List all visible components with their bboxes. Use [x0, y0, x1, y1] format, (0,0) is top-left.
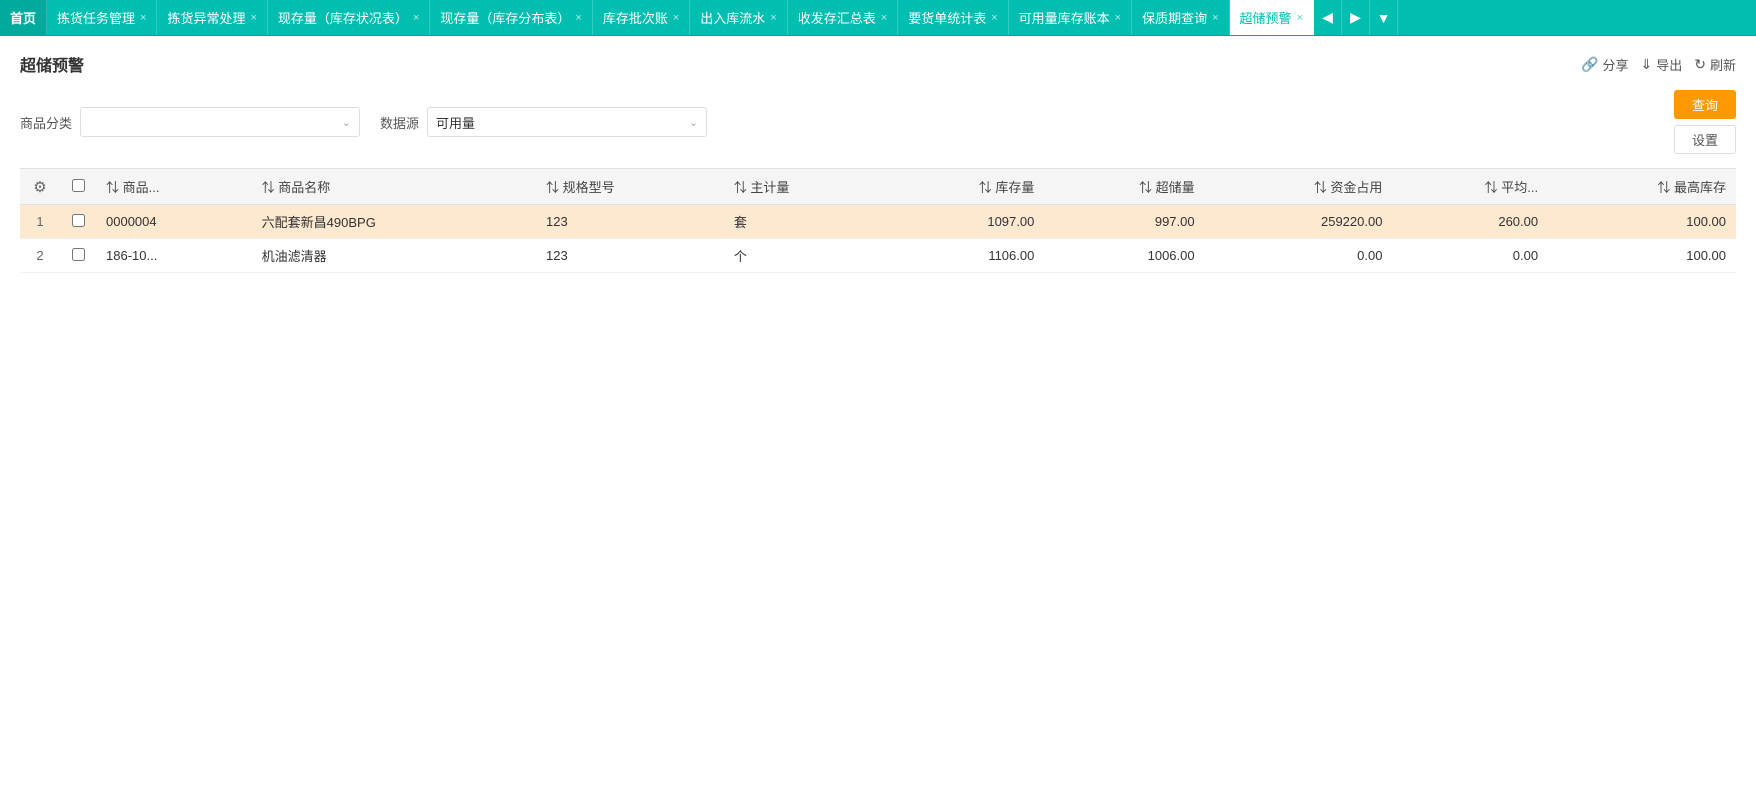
filter-row: 商品分类 ⌄ 数据源 可用量 ⌄ 查询 设置	[20, 90, 1736, 154]
row-max-stock: 100.00	[1548, 205, 1736, 239]
th-unit[interactable]: ⇅ 主计量	[724, 169, 884, 205]
nav-tab-quality-check[interactable]: 保质期查询 ×	[1132, 0, 1229, 35]
nav-tab-inout-flow[interactable]: 出入库流水 ×	[690, 0, 787, 35]
table-container: ⚙ ⇅ 商品... ⇅ 商品名称 ⇅ 规格型号 ⇅ 主计量	[20, 168, 1736, 273]
row-product-name: 六配套新昌490BPG	[252, 205, 536, 239]
row-index: 2	[20, 239, 60, 273]
nav-tab-stock-status[interactable]: 现存量（库存状况表） ×	[268, 0, 430, 35]
th-max-stock[interactable]: ⇅ 最高库存	[1548, 169, 1736, 205]
row-checkbox-cell	[60, 205, 96, 239]
row-index: 1	[20, 205, 60, 239]
th-capital-use[interactable]: ⇅ 资金占用	[1205, 169, 1393, 205]
table-header-row: ⚙ ⇅ 商品... ⇅ 商品名称 ⇅ 规格型号 ⇅ 主计量	[20, 169, 1736, 205]
th-spec[interactable]: ⇅ 规格型号	[536, 169, 724, 205]
close-tab-stock-dist[interactable]: ×	[575, 12, 581, 24]
row-capital-use: 259220.00	[1205, 205, 1393, 239]
nav-tab-task-mgmt[interactable]: 拣货任务管理 ×	[47, 0, 157, 35]
row-spec: 123	[536, 205, 724, 239]
category-chevron-icon: ⌄	[342, 116, 351, 129]
nav-tab-stock-dist[interactable]: 现存量（库存分布表） ×	[430, 0, 592, 35]
title-actions: 🔗 分享 ⇓ 导出 ↻ 刷新	[1581, 55, 1736, 74]
action-buttons: 查询 设置	[1674, 90, 1736, 154]
row-avg: 260.00	[1392, 205, 1548, 239]
nav-tab-abnormal[interactable]: 拣货异常处理 ×	[157, 0, 267, 35]
row-avg: 0.00	[1392, 239, 1548, 273]
row-max-stock: 100.00	[1548, 239, 1736, 273]
close-tab-available-account[interactable]: ×	[1115, 12, 1121, 24]
nav-tab-overstock-warning[interactable]: 超储预警 ×	[1230, 0, 1314, 35]
top-navigation: 首页 拣货任务管理 × 拣货异常处理 × 现存量（库存状况表） × 现存量（库存…	[0, 0, 1756, 36]
close-tab-stock-status[interactable]: ×	[413, 12, 419, 24]
th-overstock-qty[interactable]: ⇅ 超储量	[1044, 169, 1204, 205]
datasource-select[interactable]: 可用量 ⌄	[427, 107, 707, 137]
close-tab-inout-flow[interactable]: ×	[770, 12, 776, 24]
row-checkbox-cell	[60, 239, 96, 273]
th-product-name[interactable]: ⇅ 商品名称	[252, 169, 536, 205]
export-button[interactable]: ⇓ 导出	[1641, 55, 1683, 74]
gear-icon[interactable]: ⚙	[33, 179, 46, 196]
row-stock-qty: 1097.00	[884, 205, 1044, 239]
nav-tab-collect-summary[interactable]: 收发存汇总表 ×	[788, 0, 898, 35]
table-row: 1 0000004 六配套新昌490BPG 123 套 1097.00 997.…	[20, 205, 1736, 239]
row-unit: 套	[724, 205, 884, 239]
nav-tab-available-account[interactable]: 可用量库存账本 ×	[1009, 0, 1132, 35]
th-checkbox	[60, 169, 96, 205]
row-stock-qty: 1106.00	[884, 239, 1044, 273]
query-button[interactable]: 查询	[1674, 90, 1736, 119]
close-tab-order-stats[interactable]: ×	[991, 12, 997, 24]
nav-arrow-more[interactable]: ▼	[1370, 0, 1398, 35]
datasource-select-value: 可用量	[436, 113, 475, 132]
row-spec: 123	[536, 239, 724, 273]
row-capital-use: 0.00	[1205, 239, 1393, 273]
datasource-filter: 数据源 可用量 ⌄	[380, 107, 707, 137]
close-tab-batch-account[interactable]: ×	[673, 12, 679, 24]
datasource-label: 数据源	[380, 113, 419, 132]
row-product-code: 0000004	[96, 205, 252, 239]
row-overstock-qty: 1006.00	[1044, 239, 1204, 273]
nav-tab-order-stats[interactable]: 要货单统计表 ×	[898, 0, 1008, 35]
category-select[interactable]: ⌄	[80, 107, 360, 137]
row-product-code: 186-10...	[96, 239, 252, 273]
th-product-code[interactable]: ⇅ 商品...	[96, 169, 252, 205]
datasource-chevron-icon: ⌄	[689, 116, 698, 129]
refresh-button[interactable]: ↻ 刷新	[1694, 55, 1736, 74]
close-tab-overstock-warning[interactable]: ×	[1297, 12, 1303, 24]
share-button[interactable]: 🔗 分享	[1581, 55, 1628, 74]
th-stock-qty[interactable]: ⇅ 库存量	[884, 169, 1044, 205]
row-product-name: 机油滤清器	[252, 239, 536, 273]
nav-arrow-left[interactable]: ◀	[1314, 0, 1342, 35]
row-unit: 个	[724, 239, 884, 273]
row-checkbox[interactable]	[72, 248, 85, 261]
page-content: 超储预警 🔗 分享 ⇓ 导出 ↻ 刷新 商品分类 ⌄	[0, 36, 1756, 289]
refresh-icon: ↻	[1694, 56, 1706, 73]
nav-tab-batch-account[interactable]: 库存批次账 ×	[593, 0, 690, 35]
settings-button[interactable]: 设置	[1674, 125, 1736, 154]
close-tab-abnormal[interactable]: ×	[250, 12, 256, 24]
page-title-row: 超储预警 🔗 分享 ⇓ 导出 ↻ 刷新	[20, 52, 1736, 76]
export-icon: ⇓	[1641, 56, 1653, 73]
nav-arrow-right[interactable]: ▶	[1342, 0, 1370, 35]
close-tab-collect-summary[interactable]: ×	[881, 12, 887, 24]
table-row: 2 186-10... 机油滤清器 123 个 1106.00 1006.00 …	[20, 239, 1736, 273]
th-gear: ⚙	[20, 169, 60, 205]
close-tab-task-mgmt[interactable]: ×	[140, 12, 146, 24]
overstock-table: ⚙ ⇅ 商品... ⇅ 商品名称 ⇅ 规格型号 ⇅ 主计量	[20, 168, 1736, 273]
page-title: 超储预警	[20, 52, 84, 76]
category-filter: 商品分类 ⌄	[20, 107, 360, 137]
close-tab-quality-check[interactable]: ×	[1212, 12, 1218, 24]
select-all-checkbox[interactable]	[72, 179, 85, 192]
row-checkbox[interactable]	[72, 214, 85, 227]
th-avg[interactable]: ⇅ 平均...	[1392, 169, 1548, 205]
nav-home[interactable]: 首页	[0, 0, 47, 35]
row-overstock-qty: 997.00	[1044, 205, 1204, 239]
share-icon: 🔗	[1581, 56, 1598, 73]
category-label: 商品分类	[20, 113, 72, 132]
